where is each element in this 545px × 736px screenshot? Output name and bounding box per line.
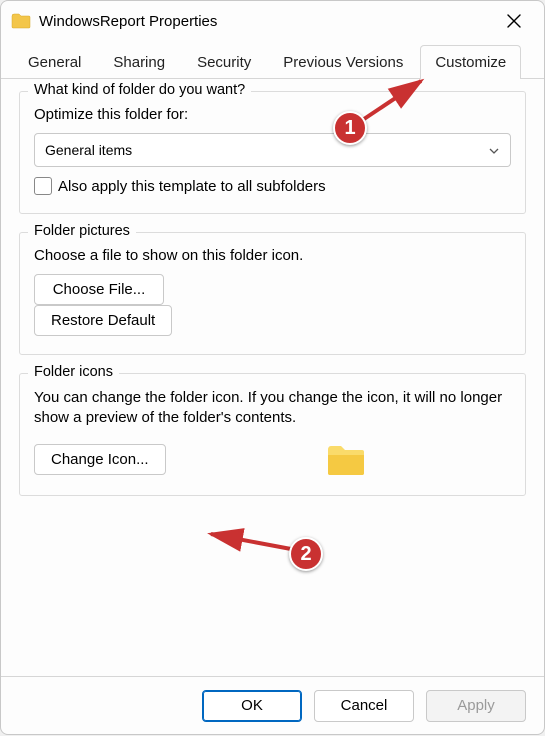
tab-general[interactable]: General — [13, 45, 96, 79]
folder-pictures-desc: Choose a file to show on this folder ico… — [34, 247, 511, 264]
close-button[interactable] — [494, 5, 534, 37]
dialog-footer: OK Cancel Apply — [1, 676, 544, 734]
folder-preview-icon — [326, 443, 366, 477]
choose-file-button[interactable]: Choose File... — [34, 274, 164, 305]
select-value: General items — [45, 142, 132, 158]
tab-previous-versions[interactable]: Previous Versions — [268, 45, 418, 79]
group-legend: Folder icons — [28, 364, 119, 380]
chevron-down-icon — [488, 144, 500, 156]
apply-subfolders-checkbox[interactable] — [34, 177, 52, 195]
restore-default-button[interactable]: Restore Default — [34, 305, 172, 336]
properties-dialog: WindowsReport Properties General Sharing… — [0, 0, 545, 735]
optimize-label: Optimize this folder for: — [34, 106, 511, 123]
optimize-select[interactable]: General items — [34, 133, 511, 167]
folder-icons-desc: You can change the folder icon. If you c… — [34, 388, 511, 429]
tab-customize[interactable]: Customize — [420, 45, 521, 79]
cancel-button[interactable]: Cancel — [314, 690, 414, 722]
group-legend: What kind of folder do you want? — [28, 82, 251, 98]
tab-sharing[interactable]: Sharing — [98, 45, 180, 79]
group-folder-kind: What kind of folder do you want? Optimiz… — [19, 91, 526, 214]
apply-subfolders-label: Also apply this template to all subfolde… — [58, 178, 326, 195]
group-legend: Folder pictures — [28, 223, 136, 239]
close-icon — [507, 14, 521, 28]
group-folder-icons: Folder icons You can change the folder i… — [19, 373, 526, 496]
apply-button: Apply — [426, 690, 526, 722]
change-icon-button[interactable]: Change Icon... — [34, 444, 166, 475]
window-title: WindowsReport Properties — [39, 13, 494, 30]
group-folder-pictures: Folder pictures Choose a file to show on… — [19, 232, 526, 355]
folder-icon — [11, 13, 31, 29]
ok-button[interactable]: OK — [202, 690, 302, 722]
apply-subfolders-row[interactable]: Also apply this template to all subfolde… — [34, 177, 511, 195]
tab-content: What kind of folder do you want? Optimiz… — [1, 79, 544, 496]
titlebar: WindowsReport Properties — [1, 1, 544, 41]
tab-strip: General Sharing Security Previous Versio… — [1, 41, 544, 79]
annotation-badge-2: 2 — [289, 537, 323, 571]
tab-security[interactable]: Security — [182, 45, 266, 79]
